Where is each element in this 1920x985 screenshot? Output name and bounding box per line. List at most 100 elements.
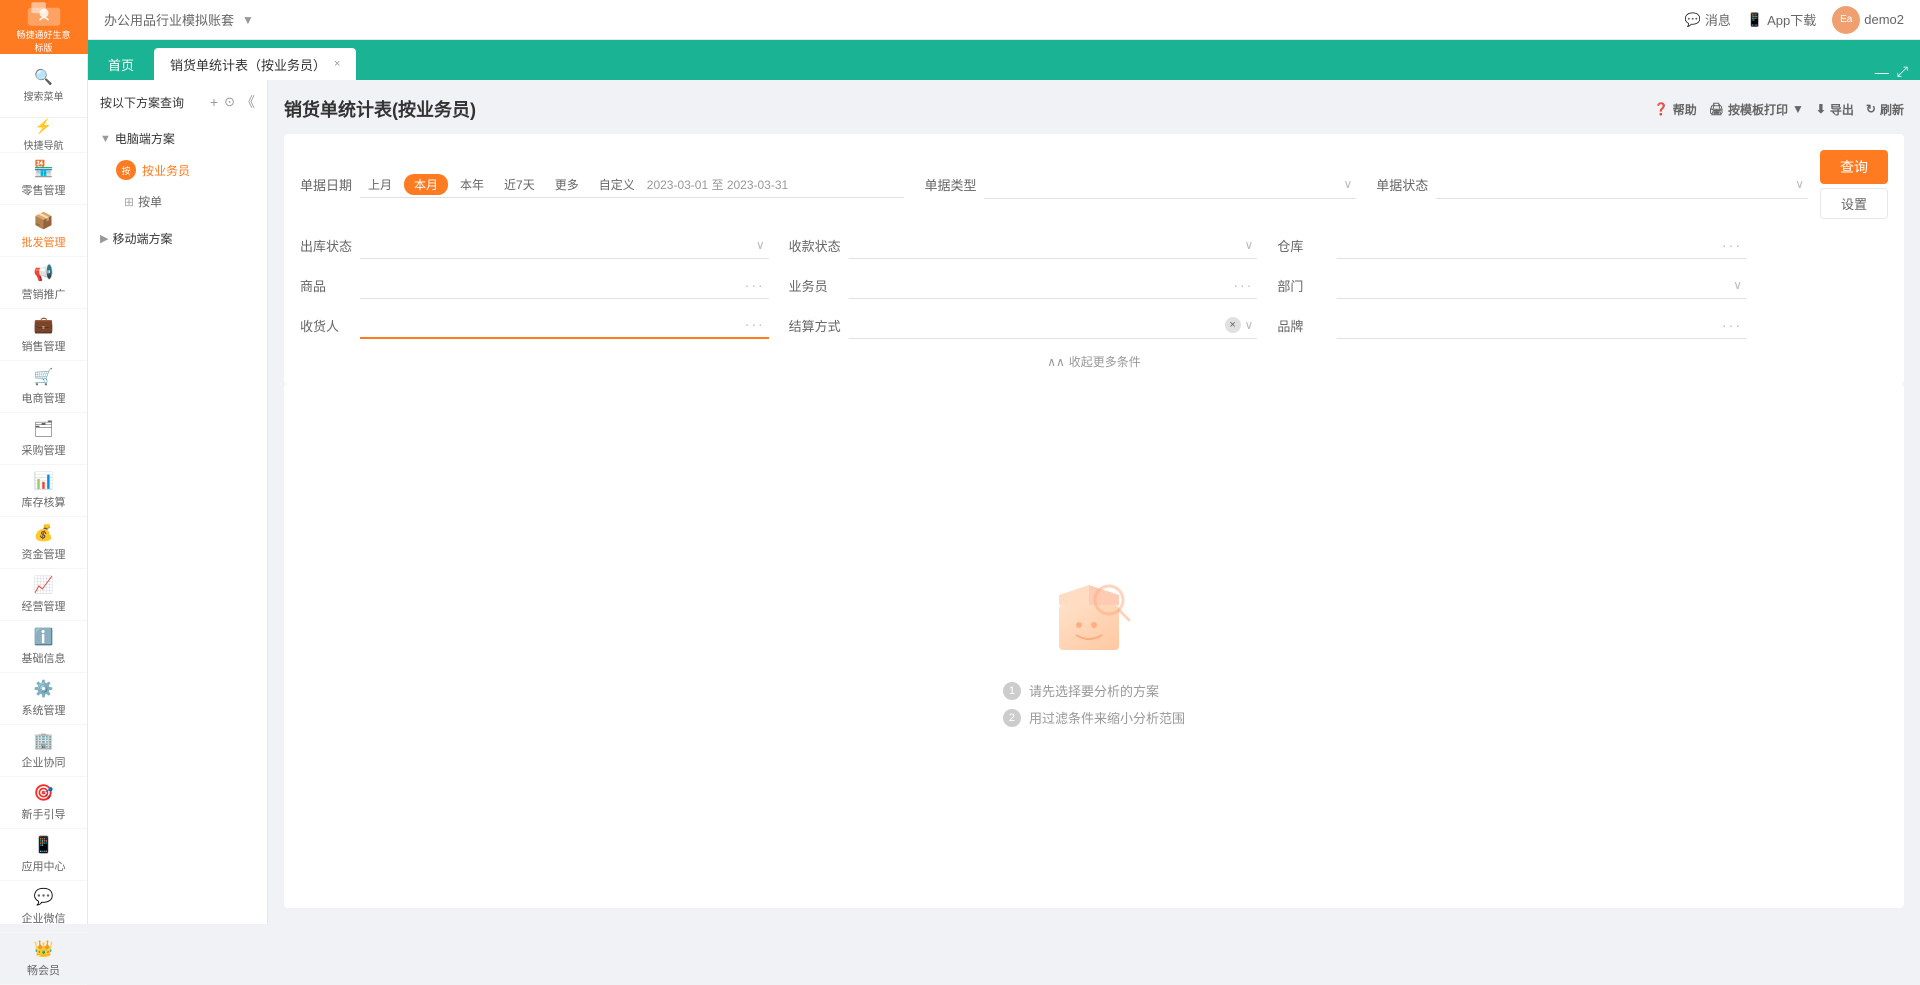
filter-area: 单据日期 上月 本月 本年 近7天 更多 自定义 2023-03-01 至 20… bbox=[284, 134, 1904, 384]
message-button[interactable]: 💬 消息 bbox=[1685, 10, 1731, 29]
warehouse-field[interactable]: ··· bbox=[1337, 231, 1746, 259]
quick-nav-button[interactable]: ⚡ 快捷导航 bbox=[0, 118, 87, 153]
dept-field[interactable]: ∨ bbox=[1337, 271, 1746, 299]
brand-field[interactable]: ··· bbox=[1337, 311, 1746, 339]
scheme-group-mobile-label: 移动端方案 bbox=[112, 230, 172, 247]
sidebar-item-retail[interactable]: 🏪 零售管理 bbox=[0, 153, 87, 205]
date-btn-this-year[interactable]: 本年 bbox=[452, 174, 492, 195]
sidebar-item-inventory[interactable]: 📊 库存核算 bbox=[0, 465, 87, 517]
search-menu-button[interactable]: 🔍 搜索菜单 bbox=[24, 62, 64, 109]
sidebar-item-newbie[interactable]: 🎯 新手引导 bbox=[0, 777, 87, 829]
filter-row-4: 收货人 ··· 结算方式 × ∨ bbox=[300, 311, 1888, 339]
sidebar-item-appcenter[interactable]: 📱 应用中心 bbox=[0, 829, 87, 881]
print-button[interactable]: 🖨 按模板打印 ▼ bbox=[1709, 101, 1804, 118]
sidebar-item-wholesale[interactable]: 📦 批发管理 bbox=[0, 205, 87, 257]
scheme-group-pc-label: 电脑端方案 bbox=[115, 130, 175, 147]
appcenter-icon: 📱 bbox=[34, 835, 54, 855]
goods-field[interactable]: ··· bbox=[360, 271, 769, 299]
query-btn-group: 查询 设置 bbox=[1820, 150, 1888, 219]
edit-scheme-icon[interactable]: ⊙ bbox=[224, 94, 235, 110]
sidebar-item-label-system: 系统管理 bbox=[22, 702, 66, 718]
salesperson-label: 业务员 bbox=[789, 276, 849, 295]
date-btn-7days[interactable]: 近7天 bbox=[496, 174, 543, 195]
sidebar-item-label-operation: 经营管理 bbox=[22, 598, 66, 614]
export-button[interactable]: ⬇ 导出 bbox=[1816, 101, 1854, 118]
sidebar-item-ecommerce[interactable]: 🛒 电商管理 bbox=[0, 361, 87, 413]
sidebar-item-wechat[interactable]: 💬 企业微信 bbox=[0, 881, 87, 933]
app-download-button[interactable]: 📱 App下载 bbox=[1747, 10, 1816, 29]
help-button[interactable]: ❓ 帮助 bbox=[1654, 101, 1697, 118]
refresh-button[interactable]: ↻ 刷新 bbox=[1866, 101, 1904, 118]
settings-button[interactable]: 设置 bbox=[1820, 188, 1888, 219]
sidebar-item-enterprise[interactable]: 🏢 企业协同 bbox=[0, 725, 87, 777]
scheme-item-dot: 按 bbox=[116, 160, 136, 180]
collapse-button[interactable]: ∧∧ 收起更多条件 bbox=[1047, 353, 1141, 370]
sales-icon: 💼 bbox=[34, 315, 54, 335]
filter-row-3: 商品 ··· 业务员 ··· 部门 bbox=[300, 271, 1888, 299]
sidebar-item-finance[interactable]: 💰 资金管理 bbox=[0, 517, 87, 569]
sidebar-item-label-ecommerce: 电商管理 bbox=[22, 390, 66, 406]
sidebar-item-sales[interactable]: 💼 销售管理 bbox=[0, 309, 87, 361]
user-menu-button[interactable]: Ea demo2 bbox=[1832, 6, 1904, 34]
maximize-icon[interactable]: ⤢ bbox=[1897, 63, 1908, 80]
settlement-clear-icon[interactable]: × bbox=[1225, 317, 1241, 333]
date-label: 单据日期 bbox=[300, 175, 360, 194]
sidebar-item-member[interactable]: 👑 畅会员 bbox=[0, 933, 87, 985]
wholesale-icon: 📦 bbox=[34, 211, 54, 231]
query-button[interactable]: 查询 bbox=[1820, 150, 1888, 184]
out-status-dropdown-icon: ∨ bbox=[756, 238, 765, 252]
empty-tip-2: 2 用过滤条件来缩小分析范围 bbox=[1003, 708, 1185, 727]
app-subtitle-label: 标版 bbox=[34, 41, 52, 54]
date-btn-more[interactable]: 更多 bbox=[547, 174, 587, 195]
tab-home-label: 首页 bbox=[108, 55, 134, 74]
date-btn-prev-month[interactable]: 上月 bbox=[360, 174, 400, 195]
print-dropdown-icon: ▼ bbox=[1792, 102, 1804, 116]
date-btn-custom[interactable]: 自定义 bbox=[591, 174, 643, 195]
tab-close-icon[interactable]: × bbox=[334, 58, 340, 70]
scheme-item-by-order[interactable]: ⊞ 按单 bbox=[88, 187, 267, 216]
app-logo: 畅捷通好生意 标版 bbox=[0, 0, 88, 54]
settlement-field[interactable]: × ∨ bbox=[849, 311, 1258, 339]
topbar-dropdown-icon[interactable]: ▼ bbox=[242, 13, 254, 27]
add-scheme-icon[interactable]: + bbox=[210, 94, 218, 110]
dept-filter: 部门 ∨ bbox=[1277, 271, 1746, 299]
member-icon: 👑 bbox=[34, 939, 54, 959]
sidebar-item-purchase[interactable]: 🗂 采购管理 bbox=[0, 413, 87, 465]
sidebar-item-basic[interactable]: ℹ️ 基础信息 bbox=[0, 621, 87, 673]
sidebar-item-label-inventory: 库存核算 bbox=[22, 494, 66, 510]
minimize-icon[interactable]: — bbox=[1875, 64, 1889, 80]
scheme-group-mobile-header[interactable]: ▶ 移动端方案 bbox=[88, 224, 267, 253]
left-panel-title-text: 按以下方案查询 bbox=[100, 94, 184, 111]
brand-dots-icon: ··· bbox=[1722, 317, 1742, 333]
out-status-field[interactable]: ∨ bbox=[360, 231, 769, 259]
sidebar-item-system[interactable]: ⚙️ 系统管理 bbox=[0, 673, 87, 725]
doc-type-label: 单据类型 bbox=[924, 175, 984, 194]
pay-status-filter: 收款状态 ∨ bbox=[789, 231, 1258, 259]
goods-filter: 商品 ··· bbox=[300, 271, 769, 299]
topbar-title: 办公用品行业模拟账套 bbox=[104, 10, 234, 29]
salesperson-field[interactable]: ··· bbox=[849, 271, 1258, 299]
tab-home[interactable]: 首页 bbox=[92, 48, 150, 80]
date-filter-field[interactable]: 上月 本月 本年 近7天 更多 自定义 2023-03-01 至 2023-03… bbox=[360, 172, 904, 198]
sidebar-item-operation[interactable]: 📈 经营管理 bbox=[0, 569, 87, 621]
consignee-field[interactable]: ··· bbox=[360, 311, 769, 339]
doc-type-field[interactable]: ∨ bbox=[984, 171, 1356, 199]
empty-state: 1 请先选择要分析的方案 2 用过滤条件来缩小分析范围 bbox=[284, 384, 1904, 908]
newbie-icon: 🎯 bbox=[34, 783, 54, 803]
message-label: 消息 bbox=[1705, 10, 1731, 29]
date-btn-this-month[interactable]: 本月 bbox=[404, 174, 448, 195]
scheme-group-pc-header[interactable]: ▼ 电脑端方案 bbox=[88, 124, 267, 153]
scheme-group-pc: ▼ 电脑端方案 按 按业务员 ⊞ 按单 bbox=[88, 120, 267, 220]
collapse-panel-icon[interactable]: 《 bbox=[241, 92, 255, 112]
sidebar-search-section: 🔍 搜索菜单 bbox=[0, 54, 87, 118]
pay-status-field[interactable]: ∨ bbox=[849, 231, 1258, 259]
sidebar-item-marketing[interactable]: 📢 营销推广 bbox=[0, 257, 87, 309]
settlement-label: 结算方式 bbox=[789, 316, 849, 335]
sub-item-icon: ⊞ bbox=[124, 195, 134, 209]
tab-active[interactable]: 销货单统计表（按业务员） × bbox=[154, 48, 356, 80]
tab-active-label: 销货单统计表（按业务员） bbox=[170, 55, 326, 74]
scheme-item-by-salesperson[interactable]: 按 按业务员 bbox=[88, 153, 267, 187]
consignee-filter: 收货人 ··· bbox=[300, 311, 769, 339]
doc-status-field[interactable]: ∨ bbox=[1436, 171, 1808, 199]
scheme-item-order-label: 按单 bbox=[138, 193, 162, 210]
